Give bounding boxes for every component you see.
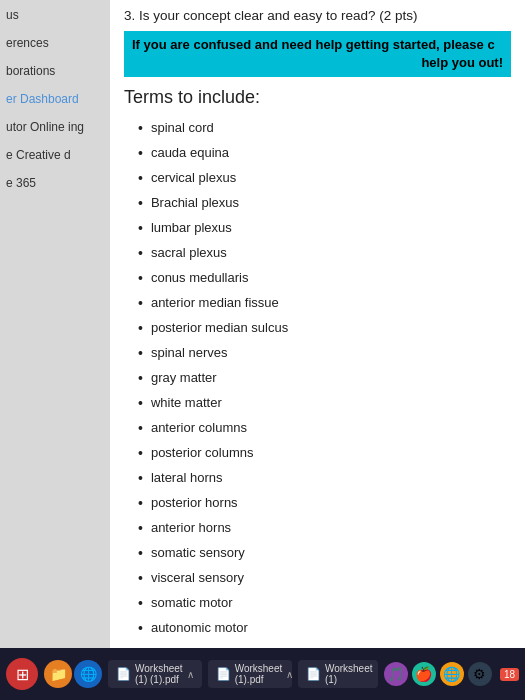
taskbar-file-2-label: Worksheet (1).pdf (235, 663, 283, 685)
list-item: sacral plexus (124, 243, 511, 264)
sidebar: us erences borations er Dashboard utor O… (0, 0, 110, 648)
list-item: lateral horns (124, 468, 511, 489)
list-item: somatic motor (124, 593, 511, 614)
sidebar-item-us[interactable]: us (6, 8, 104, 22)
list-item: anterior horns (124, 518, 511, 539)
taskbar-app-icons: 📁 🌐 (44, 660, 102, 688)
taskbar-system-icons: 🎵 🍎 🌐 ⚙ 18 (384, 662, 519, 686)
content-area: 3. Is your concept clear and easy to rea… (110, 0, 525, 648)
taskbar-icon-music[interactable]: 🎵 (384, 662, 408, 686)
list-item: gray matter (124, 368, 511, 389)
sidebar-item-erences[interactable]: erences (6, 36, 104, 50)
list-item: posterior columns (124, 443, 511, 464)
taskbar-icon-chrome[interactable]: 🌐 (440, 662, 464, 686)
chevron-2[interactable]: ∧ (286, 669, 293, 680)
taskbar-icon-browser[interactable]: 🌐 (74, 660, 102, 688)
list-item: white matter (124, 393, 511, 414)
main-area: us erences borations er Dashboard utor O… (0, 0, 525, 648)
list-item: somatic sensory (124, 543, 511, 564)
list-item: cauda equina (124, 143, 511, 164)
pdf-icon-2: 📄 (216, 667, 231, 681)
terms-list: spinal cord cauda equina cervical plexus Br… (124, 118, 511, 639)
taskbar-icon-settings[interactable]: ⚙ (468, 662, 492, 686)
screen: us erences borations er Dashboard utor O… (0, 0, 525, 700)
list-item: lumbar plexus (124, 218, 511, 239)
taskbar-icon-folder[interactable]: 📁 (44, 660, 72, 688)
taskbar-file-2[interactable]: 📄 Worksheet (1).pdf ∧ (208, 660, 292, 688)
taskbar-file-3[interactable]: 📄 Worksheet (1) (298, 660, 378, 688)
start-button[interactable]: ⊞ (6, 658, 38, 690)
sidebar-item-borations[interactable]: borations (6, 64, 104, 78)
sidebar-item-tutor[interactable]: utor Online ing (6, 120, 104, 134)
highlight-bar: If you are confused and need help gettin… (124, 31, 511, 77)
sidebar-item-dashboard[interactable]: er Dashboard (6, 92, 104, 106)
chevron-1[interactable]: ∧ (187, 669, 194, 680)
taskbar-file-1[interactable]: 📄 Worksheet (1) (1).pdf ∧ (108, 660, 202, 688)
list-item: anterior columns (124, 418, 511, 439)
list-item: anterior median fissue (124, 293, 511, 314)
question-header: 3. Is your concept clear and easy to rea… (124, 8, 511, 23)
sidebar-item-creative[interactable]: e Creative d (6, 148, 104, 162)
list-item: Brachial plexus (124, 193, 511, 214)
question-text: Is your concept clear and easy to read? … (139, 8, 417, 23)
list-item: cervical plexus (124, 168, 511, 189)
pdf-icon-3: 📄 (306, 667, 321, 681)
list-item: autonomic motor (124, 618, 511, 639)
pdf-icon-1: 📄 (116, 667, 131, 681)
list-item: conus medullaris (124, 268, 511, 289)
taskbar-file-3-label: Worksheet (1) (325, 663, 373, 685)
sidebar-item-365[interactable]: e 365 (6, 176, 104, 190)
taskbar-clock: 18 (500, 668, 519, 681)
list-item: spinal cord (124, 118, 511, 139)
terms-heading: Terms to include: (124, 87, 511, 108)
list-item: posterior median sulcus (124, 318, 511, 339)
clock-date-badge: 18 (500, 668, 519, 681)
list-item: spinal nerves (124, 343, 511, 364)
list-item: posterior horns (124, 493, 511, 514)
taskbar-file-1-label: Worksheet (1) (1).pdf (135, 663, 183, 685)
taskbar: ⊞ 📁 🌐 📄 Worksheet (1) (1).pdf ∧ 📄 Worksh… (0, 648, 525, 700)
list-item: visceral sensory (124, 568, 511, 589)
taskbar-icon-apple[interactable]: 🍎 (412, 662, 436, 686)
